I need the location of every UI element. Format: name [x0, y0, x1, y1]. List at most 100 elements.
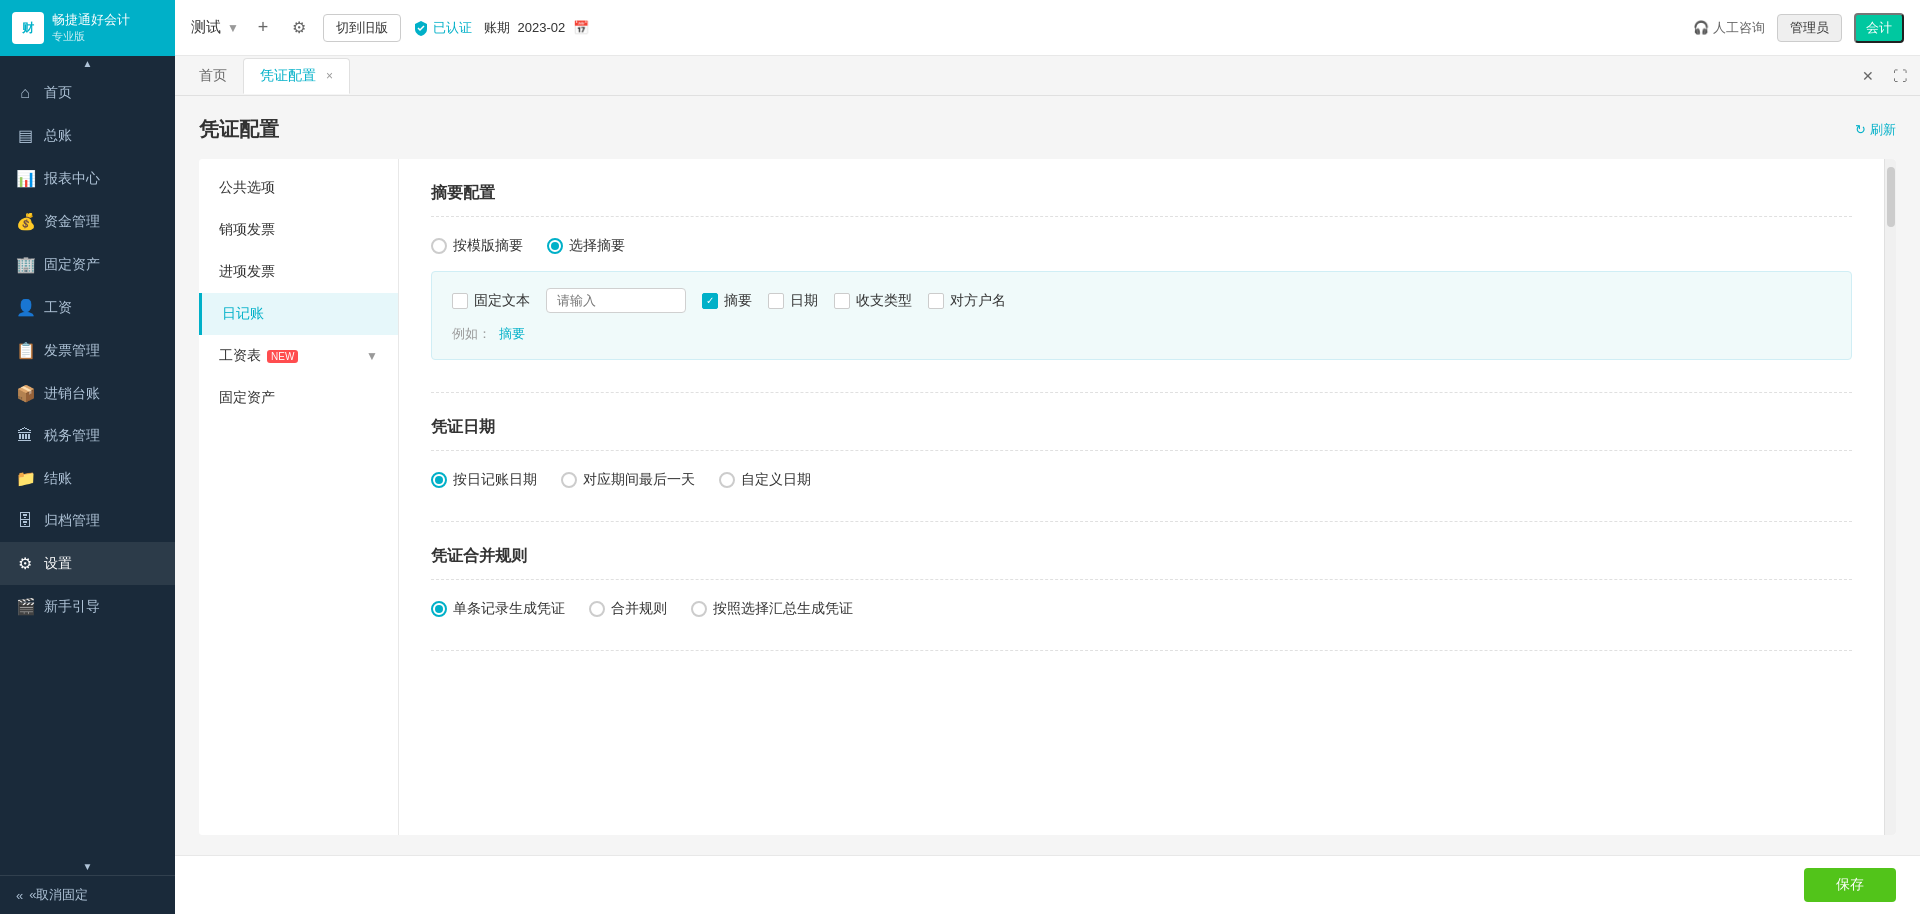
fixed-text-checkbox[interactable]: 固定文本 [452, 292, 530, 310]
pay-type-checkbox[interactable]: 收支类型 [834, 292, 912, 310]
logo-sub: 专业版 [52, 29, 130, 44]
sidebar-item-home[interactable]: ⌂ 首页 [0, 72, 175, 114]
archive-icon: 🗄 [16, 512, 34, 530]
role-btn[interactable]: 会计 [1854, 13, 1904, 43]
tab-fullscreen-btn[interactable]: ⛶ [1888, 64, 1912, 88]
config-content: 摘要配置 按模版摘要 选择摘要 [399, 159, 1884, 835]
sidebar-item-settle-label: 结账 [44, 470, 72, 488]
switch-version-btn[interactable]: 切到旧版 [323, 14, 401, 42]
merge-radio-rules[interactable]: 合并规则 [589, 600, 667, 618]
merge-title: 凭证合并规则 [431, 546, 1852, 580]
merge-radio-select-summary[interactable]: 按照选择汇总生成凭证 [691, 600, 853, 618]
sidebar-item-invoice-label: 发票管理 [44, 342, 100, 360]
cancel-fixed-btn[interactable]: « «取消固定 [0, 875, 175, 914]
sidebar-item-newbie[interactable]: 🎬 新手引导 [0, 585, 175, 628]
sidebar-item-ledger-label: 总账 [44, 127, 72, 145]
sidebar-nav: ⌂ 首页 ▤ 总账 📊 报表中心 💰 资金管理 🏢 固定资产 👤 工资 📋 发票… [0, 72, 175, 859]
summary-cb: ✓ [702, 293, 718, 309]
cancel-fixed-label: «取消固定 [29, 886, 88, 904]
refresh-btn[interactable]: ↻ 刷新 [1855, 121, 1896, 139]
calendar-icon[interactable]: 📅 [573, 20, 589, 35]
sidebar-item-fixed-assets[interactable]: 🏢 固定资产 [0, 243, 175, 286]
sidebar-item-invoice[interactable]: 📋 发票管理 [0, 329, 175, 372]
page: 凭证配置 ↻ 刷新 公共选项 销项发票 进项发票 [175, 96, 1920, 855]
headset-icon: 🎧 [1693, 20, 1709, 35]
add-company-btn[interactable]: + [251, 16, 275, 40]
date-radio-custom[interactable]: 自定义日期 [719, 471, 811, 489]
sidebar-item-ledger[interactable]: ▤ 总账 [0, 114, 175, 157]
tab-close-icon[interactable]: × [326, 69, 333, 83]
logo-name: 畅捷通好会计 [52, 12, 130, 29]
save-button[interactable]: 保存 [1804, 868, 1896, 902]
merge-rules-circle [589, 601, 605, 617]
nav-journal[interactable]: 日记账 [199, 293, 398, 335]
summary-radio-select[interactable]: 选择摘要 [547, 237, 625, 255]
nav-sales-invoice[interactable]: 销项发票 [199, 209, 398, 251]
custom-date-circle [719, 472, 735, 488]
reports-icon: 📊 [16, 169, 34, 188]
sidebar-scroll-up[interactable]: ▲ [82, 58, 94, 70]
sidebar-item-funds[interactable]: 💰 资金管理 [0, 200, 175, 243]
divider-1 [431, 392, 1852, 393]
date-radio-period-last[interactable]: 对应期间最后一天 [561, 471, 695, 489]
settle-icon: 📁 [16, 469, 34, 488]
summary-example: 例如： 摘要 [452, 325, 1831, 343]
logo-icon: 财 [12, 12, 44, 44]
sidebar-item-settings-label: 设置 [44, 555, 72, 573]
merge-section: 凭证合并规则 单条记录生成凭证 合并规则 [431, 546, 1852, 618]
template-radio-circle [431, 238, 447, 254]
summary-section: 摘要配置 按模版摘要 选择摘要 [431, 183, 1852, 360]
tax-icon: 🏛 [16, 427, 34, 445]
nav-payroll[interactable]: 工资表 NEW ▼ [199, 335, 398, 377]
summary-radio-group: 按模版摘要 选择摘要 [431, 237, 1852, 255]
tab-home[interactable]: 首页 [183, 59, 243, 93]
sidebar-item-settle[interactable]: 📁 结账 [0, 457, 175, 500]
content-scrollbar[interactable] [1884, 159, 1896, 835]
sidebar-item-salary[interactable]: 👤 工资 [0, 286, 175, 329]
company-selector[interactable]: 测试 ▼ [191, 18, 239, 37]
date-checkbox[interactable]: 日期 [768, 292, 818, 310]
summary-title: 摘要配置 [431, 183, 1852, 217]
nav-purchase-invoice[interactable]: 进项发票 [199, 251, 398, 293]
config-layout: 公共选项 销项发票 进项发票 日记账 工资表 NEW ▼ [199, 159, 1896, 835]
merge-radio-single[interactable]: 单条记录生成凭证 [431, 600, 565, 618]
sidebar-item-reports-label: 报表中心 [44, 170, 100, 188]
summary-config-box: 固定文本 ✓ 摘要 日期 [431, 271, 1852, 360]
fixed-assets-icon: 🏢 [16, 255, 34, 274]
sidebar-item-archive[interactable]: 🗄 归档管理 [0, 500, 175, 542]
nav-public[interactable]: 公共选项 [199, 167, 398, 209]
summary-radio-template[interactable]: 按模版摘要 [431, 237, 523, 255]
bottom-bar: 保存 [175, 855, 1920, 914]
nav-fixed-assets[interactable]: 固定资产 [199, 377, 398, 419]
tab-close-btn[interactable]: ✕ [1856, 64, 1880, 88]
counterpart-checkbox[interactable]: 对方户名 [928, 292, 1006, 310]
sidebar-item-reports[interactable]: 📊 报表中心 [0, 157, 175, 200]
sales-icon: 📦 [16, 384, 34, 403]
sidebar-item-newbie-label: 新手引导 [44, 598, 100, 616]
shield-icon [413, 20, 429, 36]
sidebar: 财 畅捷通好会计 专业版 ▲ ⌂ 首页 ▤ 总账 📊 报表中心 💰 资金管理 🏢 [0, 0, 175, 914]
settings-gear-icon[interactable]: ⚙ [287, 16, 311, 40]
date-cb [768, 293, 784, 309]
sidebar-item-funds-label: 资金管理 [44, 213, 100, 231]
date-section: 凭证日期 按日记账日期 对应期间最后一天 [431, 417, 1852, 489]
sidebar-item-sales[interactable]: 📦 进销台账 [0, 372, 175, 415]
admin-btn[interactable]: 管理员 [1777, 14, 1842, 42]
sidebar-scroll-down[interactable]: ▼ [82, 861, 94, 873]
fixed-text-input[interactable] [546, 288, 686, 313]
tab-voucher-config[interactable]: 凭证配置 × [243, 58, 350, 94]
scrollbar-thumb[interactable] [1887, 167, 1895, 227]
merge-radio-group: 单条记录生成凭证 合并规则 按照选择汇总生成凭证 [431, 600, 1852, 618]
certified-text: 已认证 [433, 19, 472, 37]
date-radio-journal[interactable]: 按日记账日期 [431, 471, 537, 489]
settings-icon: ⚙ [16, 554, 34, 573]
sidebar-item-settings[interactable]: ⚙ 设置 [0, 542, 175, 585]
certified-badge: 已认证 [413, 19, 472, 37]
support-btn[interactable]: 🎧 人工咨询 [1693, 19, 1765, 37]
single-circle [431, 601, 447, 617]
payroll-chevron-icon: ▼ [366, 349, 378, 363]
summary-checkbox[interactable]: ✓ 摘要 [702, 292, 752, 310]
sidebar-item-tax-label: 税务管理 [44, 427, 100, 445]
sidebar-item-tax[interactable]: 🏛 税务管理 [0, 415, 175, 457]
page-header: 凭证配置 ↻ 刷新 [199, 116, 1896, 143]
